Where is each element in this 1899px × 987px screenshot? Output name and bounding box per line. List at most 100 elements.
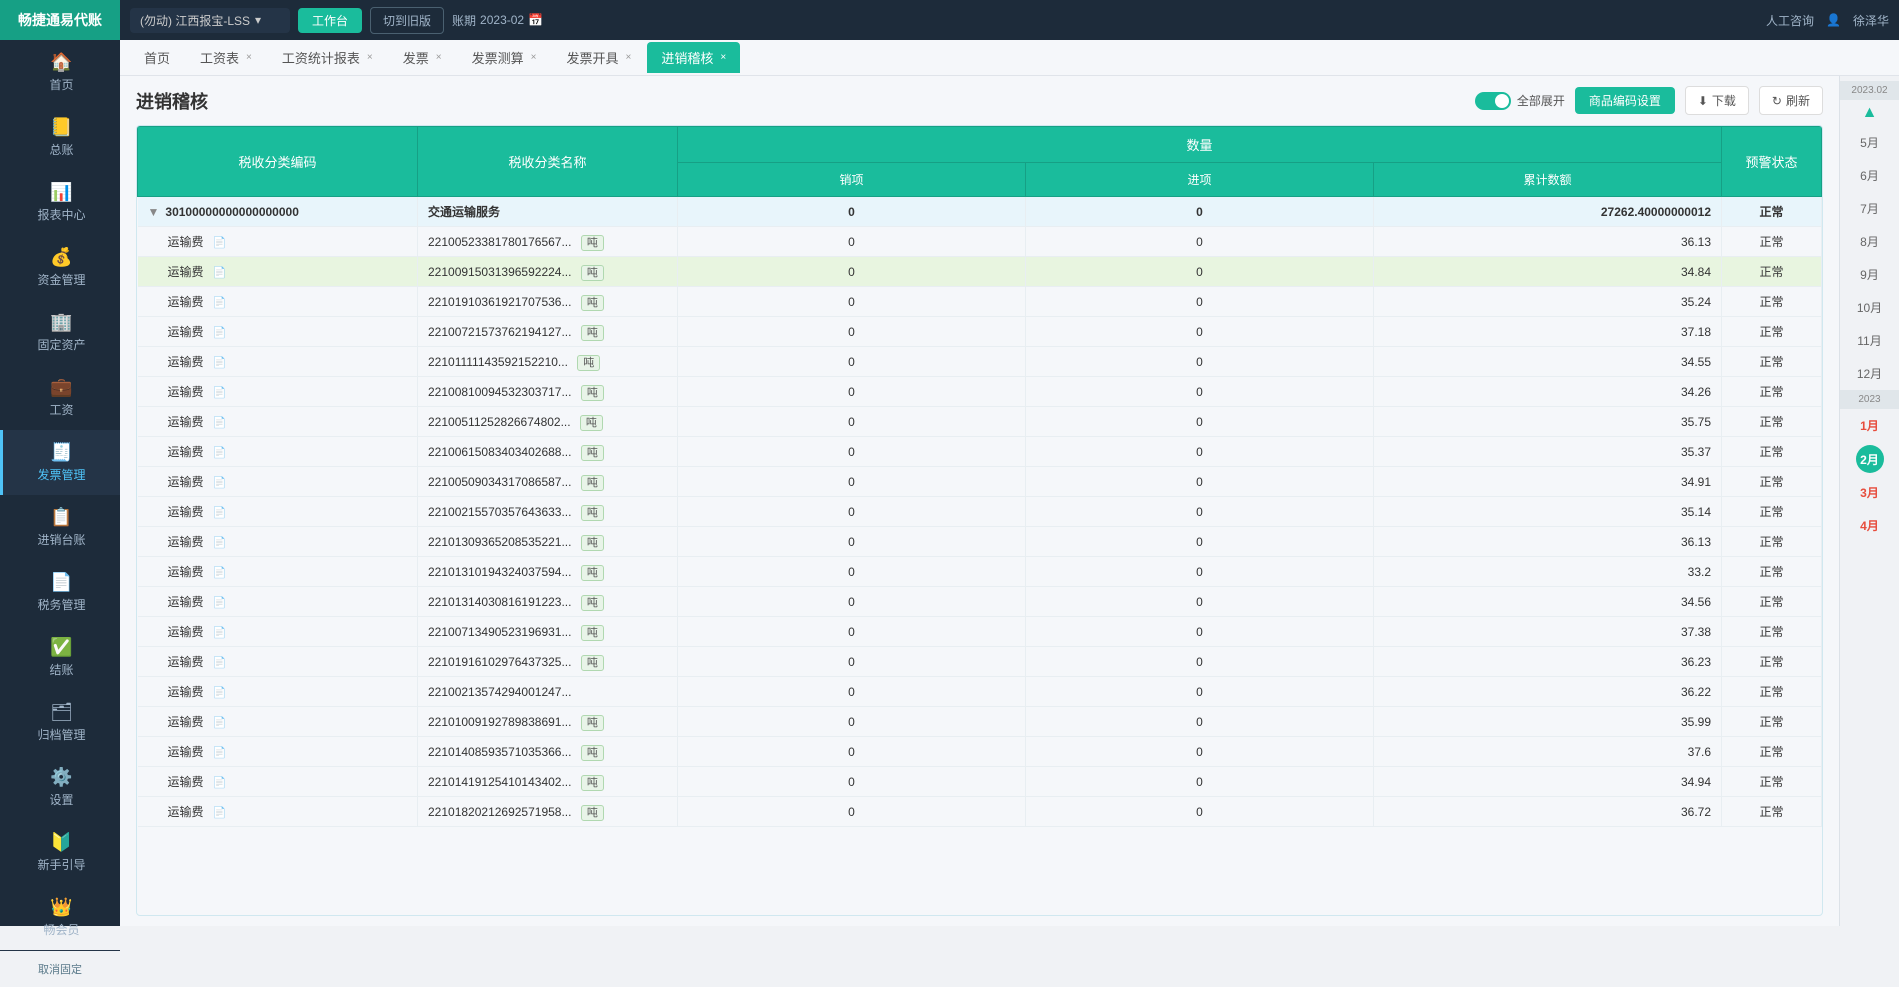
right-panel-month[interactable]: 6月 — [1857, 162, 1882, 189]
row-sale: 0 — [678, 407, 1026, 437]
tab-home[interactable]: 首页 — [130, 42, 184, 73]
row-purchase: 0 — [1026, 287, 1374, 317]
right-panel-month[interactable]: 5月 — [1857, 129, 1882, 156]
row-invoice-code: 22101820212692571958... 吨 — [418, 797, 678, 827]
sidebar-item-member[interactable]: 👑畅会员 — [0, 885, 120, 950]
row-purchase: 0 — [1026, 527, 1374, 557]
right-panel-month-item: 3月 — [1856, 476, 1884, 509]
row-cumulative: 36.72 — [1374, 797, 1722, 827]
sidebar-item-guide[interactable]: 🔰新手引导 — [0, 820, 120, 885]
right-panel-month[interactable]: 11月 — [1857, 327, 1882, 354]
tab-invoice-calc[interactable]: 发票测算× — [458, 42, 551, 73]
row-tag: 吨 — [581, 505, 604, 521]
row-tag: 吨 — [581, 715, 604, 731]
sidebar-label-invoice-mgmt: 发票管理 — [37, 466, 85, 483]
table-row: 运输费 📄 22100509034317086587... 吨 0 0 34.9… — [138, 467, 1822, 497]
prev-year-arrow[interactable]: ▲ — [1858, 100, 1882, 126]
file-icon: 📄 — [213, 327, 227, 339]
tab-salary-stats[interactable]: 工资统计报表× — [268, 42, 387, 73]
tab-close-salary-stats[interactable]: × — [367, 52, 373, 63]
right-panel-month[interactable]: 7月 — [1857, 195, 1882, 222]
sidebar-item-invoice-mgmt[interactable]: 🧾发票管理 — [0, 430, 120, 495]
expand-toggle[interactable] — [1475, 92, 1511, 110]
row-tag: 吨 — [581, 745, 604, 761]
tab-salary[interactable]: 工资表 × — [186, 42, 266, 73]
sidebar-item-archive[interactable]: 🗂归档管理 — [0, 690, 120, 755]
sidebar-label-tax-mgmt: 税务管理 — [37, 596, 85, 613]
right-panel-month[interactable]: 8月 — [1857, 228, 1882, 255]
tab-invoice[interactable]: 发票× — [389, 42, 456, 73]
row-status: 正常 — [1722, 467, 1822, 497]
table-row: 运输费 📄 22100215570357643633... 吨 0 0 35.1… — [138, 497, 1822, 527]
row-status: 正常 — [1722, 227, 1822, 257]
app-logo: 畅捷通易代账 — [0, 0, 120, 40]
row-sale: 0 — [678, 257, 1026, 287]
sidebar-label-assets: 固定资产 — [37, 336, 85, 353]
row-cumulative: 27262.40000000012 — [1374, 197, 1722, 227]
row-purchase: 0 — [1026, 407, 1374, 437]
row-tag: 吨 — [581, 265, 604, 281]
tab-invoice-open[interactable]: 发票开具× — [552, 42, 645, 73]
sidebar: 畅捷通易代账 🏠首页📒总账📊报表中心💰资金管理🏢固定资产💼工资🧾发票管理📋进销台… — [0, 0, 120, 926]
tax-mgmt-icon: 📄 — [50, 572, 72, 593]
table-header-row: 税收分类编码 税收分类名称 数量 预警状态 — [138, 127, 1822, 163]
tab-label-reconcile: 进销稽核 — [661, 48, 713, 67]
sidebar-item-reports[interactable]: 📊报表中心 — [0, 170, 120, 235]
sidebar-item-settlement[interactable]: ✅结账 — [0, 625, 120, 690]
tab-close-invoice[interactable]: × — [436, 52, 442, 63]
row-sale: 0 — [678, 587, 1026, 617]
row-invoice-code: 22101310194324037594... 吨 — [418, 557, 678, 587]
row-tag: 吨 — [581, 385, 604, 401]
page-actions: 全部展开 商品编码设置 ⬇ 下载 ↻ 刷新 — [1475, 86, 1823, 115]
right-panel-month[interactable]: 12月 — [1857, 360, 1882, 387]
right-panel-month-4月[interactable]: 4月 — [1856, 512, 1884, 539]
table-row: ▼30100000000000000000 交通运输服务 0 0 27262.4… — [138, 197, 1822, 227]
row-purchase: 0 — [1026, 677, 1374, 707]
main-area: (勿动) 江西报宝-LSS ▾ 工作台 切到旧版 账期 2023-02 📅 人工… — [120, 0, 1899, 926]
tab-close-salary[interactable]: × — [246, 52, 252, 63]
sidebar-item-home[interactable]: 🏠首页 — [0, 40, 120, 105]
row-tag: 吨 — [577, 355, 600, 371]
right-panel-month-2月[interactable]: 2月 — [1856, 445, 1884, 473]
calendar-icon[interactable]: 📅 — [528, 13, 543, 27]
row-status: 正常 — [1722, 587, 1822, 617]
row-invoice-code: 22101314030816191223... 吨 — [418, 587, 678, 617]
row-cumulative: 34.26 — [1374, 377, 1722, 407]
sidebar-item-tax-mgmt[interactable]: 📄 税务管理 — [0, 560, 120, 625]
group-code: ▼30100000000000000000 — [138, 197, 418, 227]
row-cumulative: 35.99 — [1374, 707, 1722, 737]
sidebar-item-settings[interactable]: ⚙️设置 — [0, 755, 120, 820]
workspace-button[interactable]: 工作台 — [298, 8, 362, 33]
file-icon: 📄 — [213, 357, 227, 369]
right-panel-month[interactable]: 10月 — [1857, 294, 1882, 321]
row-code-desc: 运输费 📄 — [138, 467, 418, 497]
row-code-desc: 运输费 📄 — [138, 227, 418, 257]
tab-reconcile[interactable]: 进销稽核 × — [647, 42, 740, 73]
download-icon: ⬇ — [1698, 94, 1708, 108]
sidebar-item-sales-ledger[interactable]: 📋进销台账 — [0, 495, 120, 560]
funds-icon: 💰 — [50, 247, 72, 268]
right-panel-month-3月[interactable]: 3月 — [1856, 479, 1884, 506]
row-cumulative: 34.55 — [1374, 347, 1722, 377]
table-row: 运输费 📄 22101309365208535221... 吨 0 0 36.1… — [138, 527, 1822, 557]
tab-close-invoice-open[interactable]: × — [625, 52, 631, 63]
sidebar-item-ledger[interactable]: 📒总账 — [0, 105, 120, 170]
sidebar-item-salary[interactable]: 💼工资 — [0, 365, 120, 430]
support-link[interactable]: 人工咨询 — [1766, 12, 1814, 29]
sidebar-item-assets[interactable]: 🏢固定资产 — [0, 300, 120, 365]
unpin-button[interactable]: 取消固定 — [0, 950, 120, 987]
row-invoice-code: 22100509034317086587... 吨 — [418, 467, 678, 497]
right-panel-month[interactable]: 9月 — [1857, 261, 1882, 288]
tab-close-reconcile[interactable]: × — [720, 52, 726, 63]
refresh-button[interactable]: ↻ 刷新 — [1759, 86, 1823, 115]
row-sale: 0 — [678, 797, 1026, 827]
goods-code-button[interactable]: 商品编码设置 — [1575, 87, 1675, 114]
sidebar-item-funds[interactable]: 💰资金管理 — [0, 235, 120, 300]
row-invoice-code: 22100213574294001247... — [418, 677, 678, 707]
company-selector[interactable]: (勿动) 江西报宝-LSS ▾ — [130, 8, 290, 33]
download-button[interactable]: ⬇ 下载 — [1685, 86, 1749, 115]
tab-close-invoice-calc[interactable]: × — [531, 52, 537, 63]
switch-version-button[interactable]: 切到旧版 — [370, 7, 444, 34]
tab-label-salary: 工资表 — [200, 48, 239, 67]
right-panel-month-1月[interactable]: 1月 — [1856, 412, 1884, 439]
